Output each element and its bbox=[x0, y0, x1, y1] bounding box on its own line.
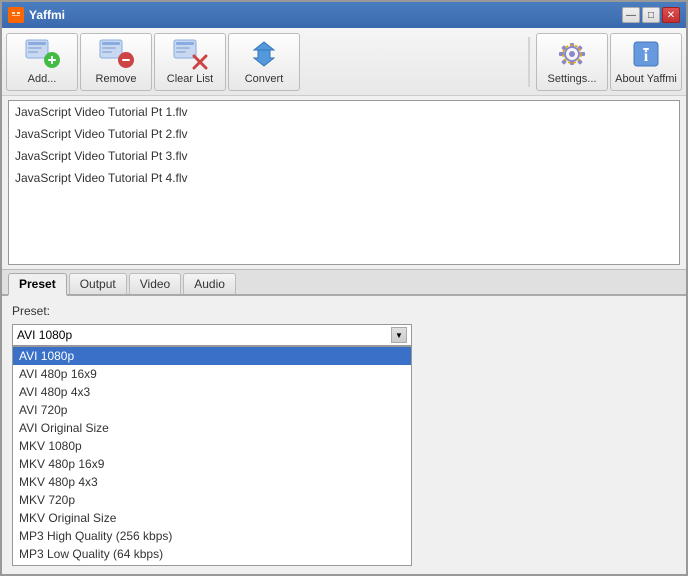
clear-list-button-label: Clear List bbox=[167, 73, 213, 85]
app-icon bbox=[8, 7, 24, 23]
bottom-panel: PresetOutputVideoAudio Preset: AVI 1080p… bbox=[2, 269, 686, 574]
dropdown-item[interactable]: MP3 High Quality (256 kbps) bbox=[13, 527, 411, 545]
list-item[interactable]: JavaScript Video Tutorial Pt 3.flv bbox=[9, 145, 679, 167]
tab-video[interactable]: Video bbox=[129, 273, 181, 294]
clear-list-button[interactable]: Clear List bbox=[154, 33, 226, 91]
remove-button[interactable]: Remove bbox=[80, 33, 152, 91]
svg-text:i: i bbox=[644, 48, 649, 65]
settings-icon bbox=[554, 38, 590, 70]
tab-output[interactable]: Output bbox=[69, 273, 127, 294]
remove-icon bbox=[98, 38, 134, 70]
dropdown-item[interactable]: MKV 480p 16x9 bbox=[13, 455, 411, 473]
list-item[interactable]: JavaScript Video Tutorial Pt 2.flv bbox=[9, 123, 679, 145]
title-bar: Yaffmi — □ ✕ bbox=[2, 2, 686, 28]
about-button[interactable]: i About Yaffmi bbox=[610, 33, 682, 91]
convert-icon bbox=[246, 38, 282, 70]
list-item[interactable]: JavaScript Video Tutorial Pt 1.flv bbox=[9, 101, 679, 123]
preset-select-display[interactable]: AVI 1080p ▼ bbox=[12, 324, 412, 346]
maximize-button[interactable]: □ bbox=[642, 7, 660, 23]
about-icon: i bbox=[628, 38, 664, 70]
about-button-label: About Yaffmi bbox=[615, 73, 677, 85]
dropdown-item[interactable]: MP3 Maximum Quality (320 kbps) bbox=[13, 563, 411, 566]
add-button-label: Add... bbox=[28, 73, 57, 85]
list-item[interactable]: JavaScript Video Tutorial Pt 4.flv bbox=[9, 167, 679, 189]
tab-audio[interactable]: Audio bbox=[183, 273, 236, 294]
convert-button[interactable]: Convert bbox=[228, 33, 300, 91]
main-window: Yaffmi — □ ✕ Add... bbox=[0, 0, 688, 576]
settings-button[interactable]: Settings... bbox=[536, 33, 608, 91]
tabs-row: PresetOutputVideoAudio bbox=[2, 270, 686, 296]
window-controls: — □ ✕ bbox=[622, 7, 680, 23]
clear-icon bbox=[172, 38, 208, 70]
minimize-button[interactable]: — bbox=[622, 7, 640, 23]
preset-dropdown[interactable]: AVI 1080pAVI 480p 16x9AVI 480p 4x3AVI 72… bbox=[12, 346, 412, 566]
dropdown-item[interactable]: MKV 480p 4x3 bbox=[13, 473, 411, 491]
dropdown-item[interactable]: MKV 720p bbox=[13, 491, 411, 509]
file-list[interactable]: JavaScript Video Tutorial Pt 1.flvJavaSc… bbox=[8, 100, 680, 265]
preset-panel: Preset: AVI 1080p ▼ AVI 1080pAVI 480p 16… bbox=[2, 296, 686, 574]
dropdown-item[interactable]: MKV Original Size bbox=[13, 509, 411, 527]
preset-label: Preset: bbox=[12, 304, 676, 318]
dropdown-item[interactable]: AVI 480p 4x3 bbox=[13, 383, 411, 401]
dropdown-item[interactable]: AVI 720p bbox=[13, 401, 411, 419]
tab-preset[interactable]: Preset bbox=[8, 273, 67, 296]
chevron-down-icon[interactable]: ▼ bbox=[391, 327, 407, 343]
toolbar-separator bbox=[528, 37, 530, 87]
dropdown-item[interactable]: AVI 1080p bbox=[13, 347, 411, 365]
remove-button-label: Remove bbox=[96, 73, 137, 85]
convert-button-label: Convert bbox=[245, 73, 284, 85]
window-title: Yaffmi bbox=[29, 8, 65, 22]
dropdown-item[interactable]: MKV 1080p bbox=[13, 437, 411, 455]
dropdown-item[interactable]: AVI 480p 16x9 bbox=[13, 365, 411, 383]
preset-select-wrapper: AVI 1080p ▼ AVI 1080pAVI 480p 16x9AVI 48… bbox=[12, 324, 412, 566]
add-icon bbox=[24, 38, 60, 70]
close-button[interactable]: ✕ bbox=[662, 7, 680, 23]
toolbar: Add... Remove Clear Li bbox=[2, 28, 686, 96]
settings-button-label: Settings... bbox=[548, 73, 597, 85]
preset-selected-value: AVI 1080p bbox=[17, 328, 72, 342]
add-button[interactable]: Add... bbox=[6, 33, 78, 91]
title-bar-left: Yaffmi bbox=[8, 7, 65, 23]
dropdown-item[interactable]: AVI Original Size bbox=[13, 419, 411, 437]
dropdown-item[interactable]: MP3 Low Quality (64 kbps) bbox=[13, 545, 411, 563]
